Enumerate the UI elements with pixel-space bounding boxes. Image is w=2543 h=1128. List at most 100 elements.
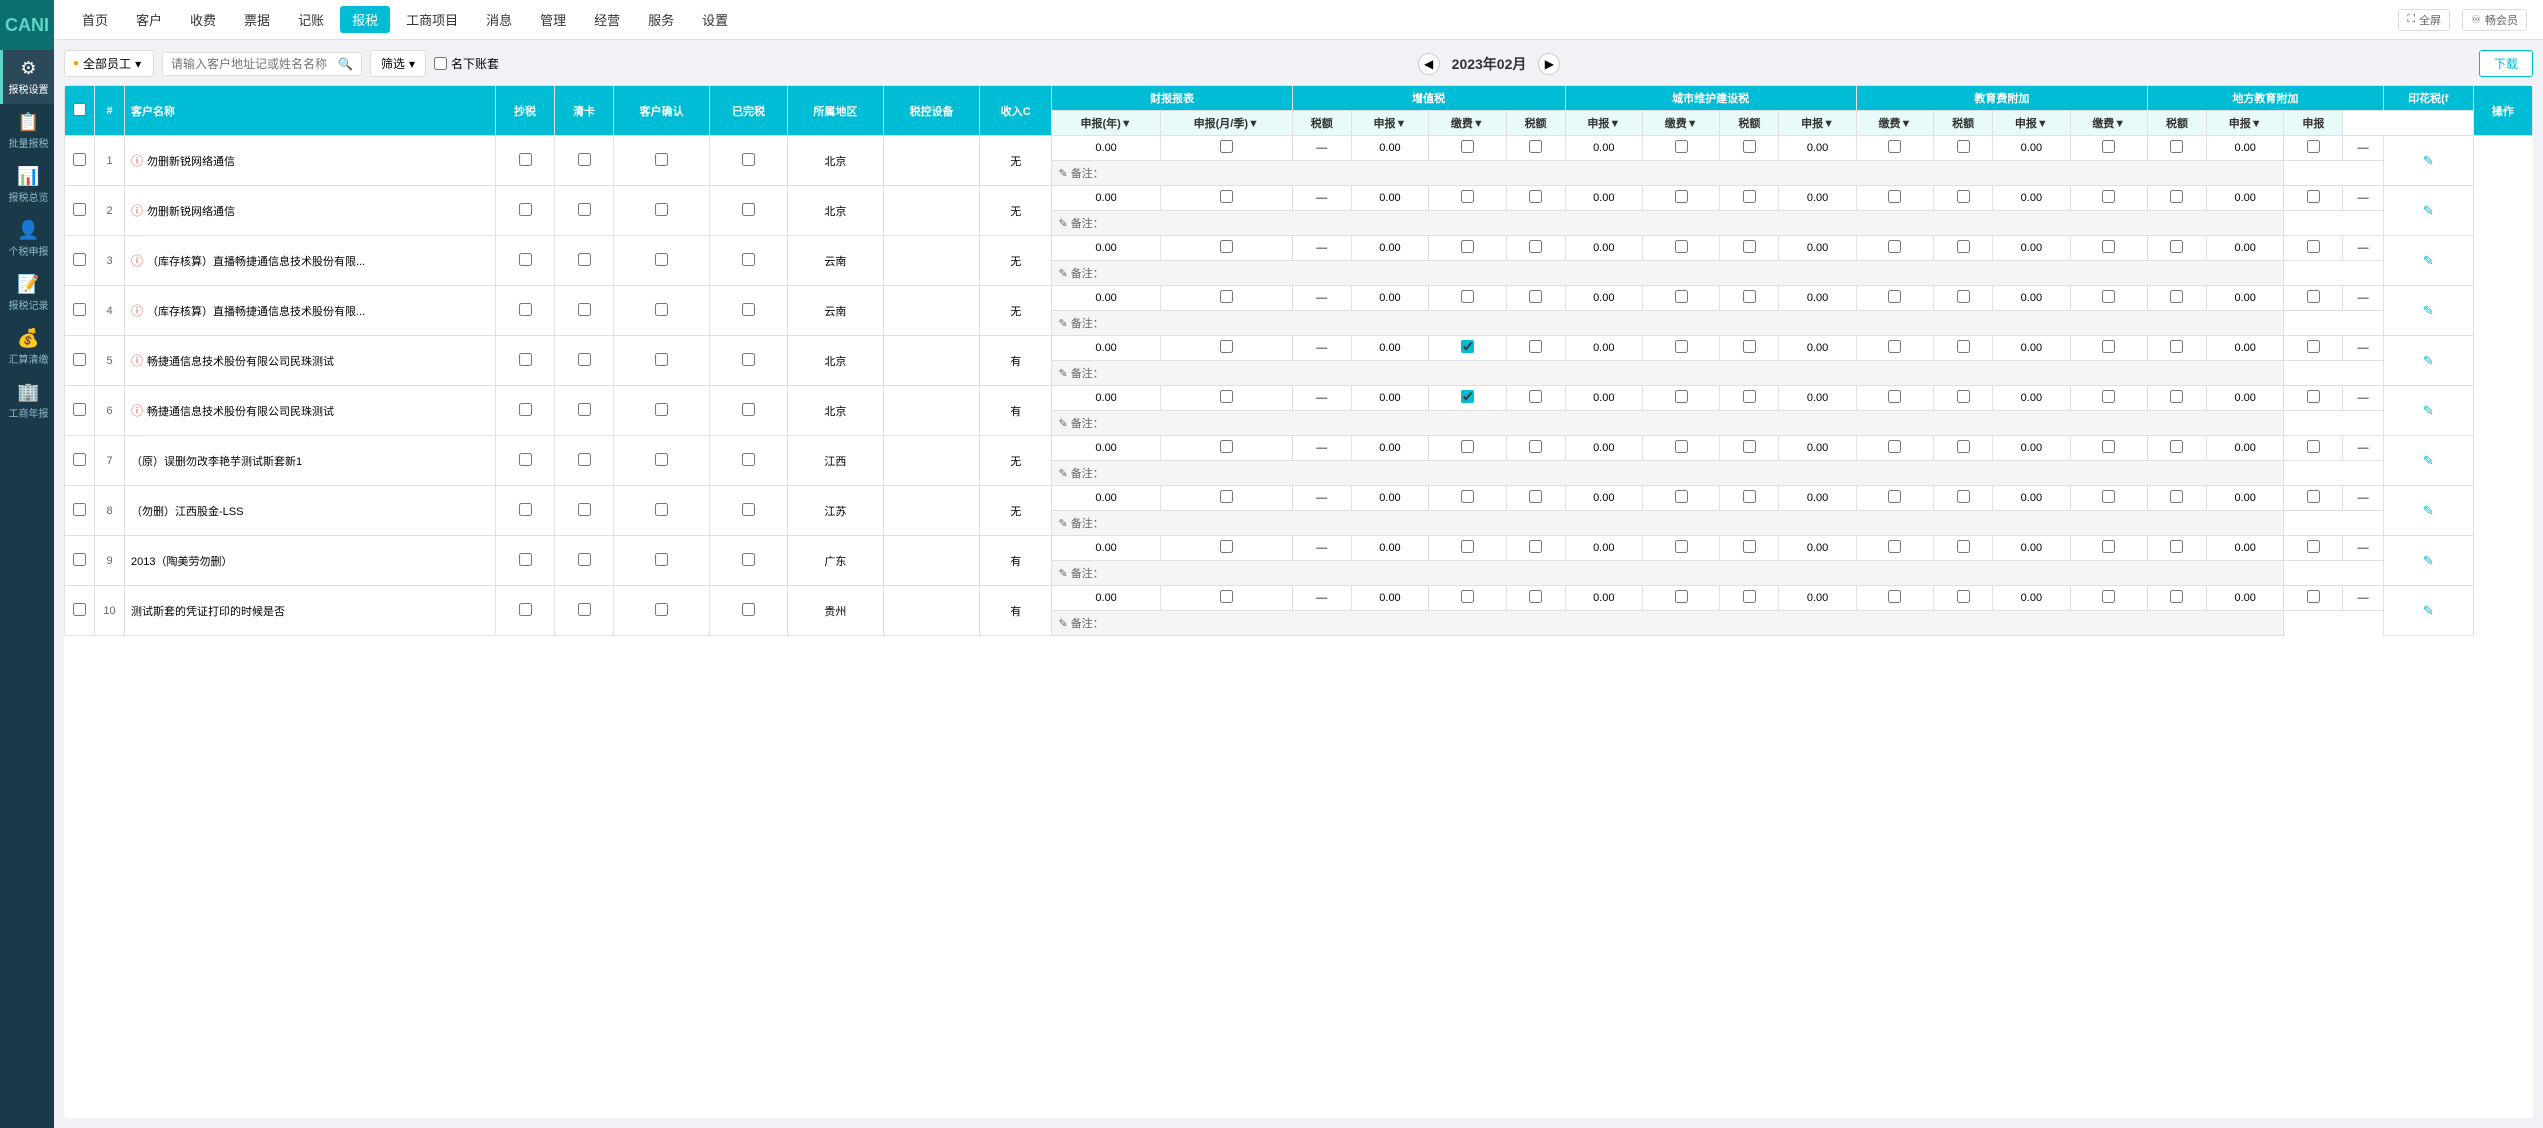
- sub-vat-declare[interactable]: 申报▼: [1351, 111, 1428, 136]
- local-declare-checkbox[interactable]: [2102, 590, 2115, 603]
- row-checkbox[interactable]: [73, 353, 86, 366]
- edu-pay-checkbox[interactable]: [1957, 140, 1970, 153]
- annual-checkbox[interactable]: [1220, 590, 1233, 603]
- annual-checkbox[interactable]: [1220, 190, 1233, 203]
- local-pay-checkbox[interactable]: [2170, 590, 2183, 603]
- city-pay-checkbox[interactable]: [1743, 490, 1756, 503]
- local-declare-checkbox[interactable]: [2102, 540, 2115, 553]
- chaoshui-checkbox[interactable]: [519, 153, 532, 166]
- edu-pay-checkbox[interactable]: [1957, 440, 1970, 453]
- vat-declare-checkbox[interactable]: [1461, 340, 1474, 353]
- city-declare-checkbox[interactable]: [1675, 490, 1688, 503]
- annual-checkbox[interactable]: [1220, 340, 1233, 353]
- qingka-checkbox[interactable]: [578, 153, 591, 166]
- city-declare-checkbox[interactable]: [1675, 290, 1688, 303]
- stamp-declare-checkbox[interactable]: [2307, 290, 2320, 303]
- qingka-checkbox[interactable]: [578, 303, 591, 316]
- city-pay-checkbox[interactable]: [1743, 240, 1756, 253]
- local-pay-checkbox[interactable]: [2170, 490, 2183, 503]
- sidebar-item-piliang-baoshui[interactable]: 📋 批量报税: [0, 104, 54, 158]
- stamp-declare-checkbox[interactable]: [2307, 590, 2320, 603]
- filter-button[interactable]: 筛选 ▾: [370, 50, 426, 77]
- city-declare-checkbox[interactable]: [1675, 390, 1688, 403]
- vat-pay-checkbox[interactable]: [1529, 440, 1542, 453]
- stamp-declare-checkbox[interactable]: [2307, 240, 2320, 253]
- qingka-checkbox[interactable]: [578, 603, 591, 616]
- city-pay-checkbox[interactable]: [1743, 340, 1756, 353]
- city-pay-checkbox[interactable]: [1743, 190, 1756, 203]
- prev-date-button[interactable]: ◀: [1418, 53, 1440, 75]
- city-pay-checkbox[interactable]: [1743, 390, 1756, 403]
- edit-button[interactable]: ✎: [2423, 553, 2434, 568]
- confirm-checkbox[interactable]: [655, 453, 668, 466]
- paid-checkbox[interactable]: [742, 353, 755, 366]
- vat-pay-checkbox[interactable]: [1529, 290, 1542, 303]
- vat-pay-checkbox[interactable]: [1529, 340, 1542, 353]
- city-declare-checkbox[interactable]: [1675, 540, 1688, 553]
- edu-pay-checkbox[interactable]: [1957, 490, 1970, 503]
- nav-business[interactable]: 工商项目: [394, 6, 470, 33]
- annual-checkbox[interactable]: [1220, 440, 1233, 453]
- vat-pay-checkbox[interactable]: [1529, 390, 1542, 403]
- edu-declare-checkbox[interactable]: [1888, 140, 1901, 153]
- local-declare-checkbox[interactable]: [2102, 440, 2115, 453]
- vat-declare-checkbox[interactable]: [1461, 440, 1474, 453]
- chaoshui-checkbox[interactable]: [519, 303, 532, 316]
- vat-pay-checkbox[interactable]: [1529, 240, 1542, 253]
- local-pay-checkbox[interactable]: [2170, 190, 2183, 203]
- city-pay-checkbox[interactable]: [1743, 290, 1756, 303]
- edit-button[interactable]: ✎: [2423, 203, 2434, 218]
- nav-manage[interactable]: 管理: [528, 6, 578, 33]
- confirm-checkbox[interactable]: [655, 253, 668, 266]
- city-declare-checkbox[interactable]: [1675, 240, 1688, 253]
- edit-button[interactable]: ✎: [2423, 603, 2434, 618]
- city-pay-checkbox[interactable]: [1743, 540, 1756, 553]
- local-declare-checkbox[interactable]: [2102, 190, 2115, 203]
- annual-checkbox[interactable]: [1220, 390, 1233, 403]
- nav-invoice[interactable]: 票据: [232, 6, 282, 33]
- vat-declare-checkbox[interactable]: [1461, 590, 1474, 603]
- city-declare-checkbox[interactable]: [1675, 140, 1688, 153]
- sidebar-item-geshu-shenbao[interactable]: 👤 个税申报: [0, 212, 54, 266]
- edu-declare-checkbox[interactable]: [1888, 290, 1901, 303]
- fullscreen-button[interactable]: ⛶ 全屏: [2398, 9, 2450, 31]
- local-pay-checkbox[interactable]: [2170, 340, 2183, 353]
- chaoshui-checkbox[interactable]: [519, 553, 532, 566]
- local-pay-checkbox[interactable]: [2170, 440, 2183, 453]
- nav-tax[interactable]: 报税: [340, 6, 390, 33]
- paid-checkbox[interactable]: [742, 453, 755, 466]
- confirm-checkbox[interactable]: [655, 153, 668, 166]
- edu-pay-checkbox[interactable]: [1957, 590, 1970, 603]
- vat-declare-checkbox[interactable]: [1461, 490, 1474, 503]
- row-checkbox[interactable]: [73, 253, 86, 266]
- local-declare-checkbox[interactable]: [2102, 240, 2115, 253]
- edu-declare-checkbox[interactable]: [1888, 540, 1901, 553]
- vat-declare-checkbox[interactable]: [1461, 390, 1474, 403]
- employee-filter-select[interactable]: ● 全部员工 ▾: [64, 50, 154, 77]
- stamp-declare-checkbox[interactable]: [2307, 390, 2320, 403]
- chaoshui-checkbox[interactable]: [519, 453, 532, 466]
- paid-checkbox[interactable]: [742, 603, 755, 616]
- edit-button[interactable]: ✎: [2423, 403, 2434, 418]
- vat-declare-checkbox[interactable]: [1461, 290, 1474, 303]
- local-pay-checkbox[interactable]: [2170, 140, 2183, 153]
- sidebar-item-baoshui-zonlan[interactable]: 📊 报税总览: [0, 158, 54, 212]
- paid-checkbox[interactable]: [742, 403, 755, 416]
- local-declare-checkbox[interactable]: [2102, 390, 2115, 403]
- edit-button[interactable]: ✎: [2423, 453, 2434, 468]
- local-pay-checkbox[interactable]: [2170, 390, 2183, 403]
- stamp-declare-checkbox[interactable]: [2307, 190, 2320, 203]
- local-pay-checkbox[interactable]: [2170, 540, 2183, 553]
- edu-pay-checkbox[interactable]: [1957, 390, 1970, 403]
- paid-checkbox[interactable]: [742, 503, 755, 516]
- name-table-checkbox-label[interactable]: 名下账套: [434, 55, 499, 72]
- qingka-checkbox[interactable]: [578, 453, 591, 466]
- edu-declare-checkbox[interactable]: [1888, 490, 1901, 503]
- qingka-checkbox[interactable]: [578, 503, 591, 516]
- sidebar-item-gongshang-nianbao[interactable]: 🏢 工商年报: [0, 374, 54, 428]
- paid-checkbox[interactable]: [742, 253, 755, 266]
- qingka-checkbox[interactable]: [578, 203, 591, 216]
- chaoshui-checkbox[interactable]: [519, 203, 532, 216]
- edit-button[interactable]: ✎: [2423, 153, 2434, 168]
- city-declare-checkbox[interactable]: [1675, 440, 1688, 453]
